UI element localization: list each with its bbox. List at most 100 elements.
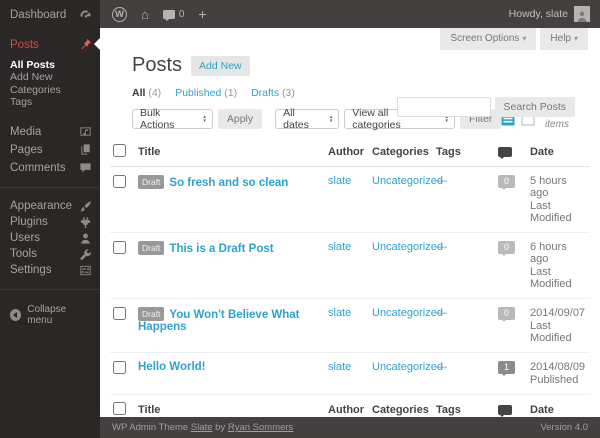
sidebar-item-plugins[interactable]: Plugins (0, 214, 100, 230)
select-all-checkbox[interactable] (113, 144, 126, 157)
category-link[interactable]: Uncategorized (372, 307, 443, 319)
tags-value: — (436, 307, 447, 319)
view-drafts-link[interactable]: Drafts (3) (251, 87, 295, 99)
column-date[interactable]: Date (530, 146, 590, 158)
submenu-item-add-new[interactable]: Add New (10, 71, 100, 83)
sidebar-mid-group: Media Pages Comments (0, 123, 100, 176)
wordpress-logo-icon[interactable]: W (112, 6, 127, 22)
view-all-link[interactable]: All (4) (132, 87, 161, 99)
author-link[interactable]: slate (328, 175, 351, 187)
sidebar-item-media[interactable]: Media (0, 123, 100, 140)
column-date[interactable]: Date (530, 404, 590, 416)
author-link[interactable]: slate (328, 241, 351, 253)
category-link[interactable]: Uncategorized (372, 361, 443, 373)
sidebar-item-tools[interactable]: Tools (0, 246, 100, 262)
column-tags[interactable]: Tags (436, 146, 494, 158)
admin-topbar: W ⌂ 0 + Howdy, slate (100, 0, 600, 28)
search-input[interactable] (396, 97, 491, 117)
post-status: Published (530, 374, 579, 386)
comment-count-bubble[interactable]: 1 (498, 361, 515, 376)
sidebar-item-appearance[interactable]: Appearance (0, 198, 100, 214)
column-tags[interactable]: Tags (436, 404, 494, 416)
draft-badge: Draft (138, 175, 165, 189)
submenu-item-all-posts[interactable]: All Posts (10, 59, 100, 71)
theme-link[interactable]: Slate (191, 422, 213, 433)
row-checkbox[interactable] (113, 241, 126, 254)
author-link[interactable]: slate (328, 361, 351, 373)
comments-column-icon[interactable] (498, 405, 512, 417)
bulk-actions-select[interactable]: Bulk Actions ▲ ▼ (132, 107, 213, 131)
column-author[interactable]: Author (328, 404, 372, 416)
post-date: 6 hours ago (530, 241, 567, 265)
sidebar-item-dashboard[interactable]: Dashboard (0, 6, 100, 23)
comment-count-bubble[interactable]: 0 (498, 241, 515, 256)
help-button[interactable]: Help ▾ (540, 28, 588, 50)
sidebar-item-label: Settings (10, 264, 52, 277)
screen-options-button[interactable]: Screen Options ▾ (440, 28, 537, 50)
submenu-item-categories[interactable]: Categories (10, 84, 100, 96)
view-site-icon[interactable]: ⌂ (141, 8, 149, 21)
comment-count-bubble[interactable]: 0 (498, 307, 515, 322)
post-date: 2014/09/07 (530, 307, 586, 319)
date-filter-value: All dates (283, 107, 309, 131)
sidebar-item-label: Comments (10, 161, 66, 174)
post-title-link[interactable]: Hello World! (138, 361, 206, 373)
submenu-item-tags[interactable]: Tags (10, 96, 100, 108)
search-posts-button[interactable]: Search Posts (494, 97, 575, 117)
sidebar-item-label: Appearance (10, 200, 73, 213)
theme-author-link[interactable]: Ryan Sommers (228, 422, 293, 433)
comment-count: 1 (503, 362, 509, 372)
comments-column-icon[interactable] (498, 147, 512, 159)
row-checkbox[interactable] (113, 175, 126, 188)
apply-button[interactable]: Apply (217, 109, 263, 129)
author-link[interactable]: slate (328, 307, 351, 319)
date-filter-select[interactable]: All dates ▲ ▼ (275, 107, 340, 131)
sidebar-item-users[interactable]: Users (0, 230, 100, 246)
row-checkbox[interactable] (113, 361, 126, 374)
topbar-comments-button[interactable]: 0 (162, 8, 185, 21)
footer-credit-text: WP Admin Theme (112, 422, 189, 433)
footer-version: Version 4.0 (540, 422, 588, 433)
post-title-link[interactable]: This is a Draft Post (169, 243, 273, 255)
sidebar-item-label: Pages (10, 143, 43, 156)
pages-icon (79, 143, 92, 156)
new-content-icon[interactable]: + (198, 7, 206, 21)
column-title[interactable]: Title (138, 404, 328, 416)
row-checkbox[interactable] (113, 307, 126, 320)
sidebar-item-pages[interactable]: Pages (0, 141, 100, 158)
category-link[interactable]: Uncategorized (372, 241, 443, 253)
view-published-link[interactable]: Published (1) (175, 87, 237, 99)
topbar-account-menu[interactable]: Howdy, slate (509, 6, 590, 22)
comments-icon (79, 161, 92, 174)
view-label: All (132, 87, 146, 99)
table-row: Draft You Won't Believe What Happens slat… (110, 299, 590, 353)
sidebar-item-posts[interactable]: Posts (0, 36, 100, 53)
tags-value: — (436, 361, 447, 373)
sidebar-item-comments[interactable]: Comments (0, 159, 100, 176)
sidebar-item-settings[interactable]: Settings (0, 262, 100, 278)
add-new-button[interactable]: Add New (191, 55, 250, 76)
tags-value: — (436, 241, 447, 253)
topbar-comment-count: 0 (178, 8, 185, 20)
pushpin-icon (79, 38, 92, 51)
footer-by-text: by (215, 422, 226, 433)
comment-count-bubble[interactable]: 0 (498, 175, 515, 190)
column-categories[interactable]: Categories (372, 146, 436, 158)
sidebar-item-label: Users (10, 232, 41, 245)
bulk-actions-value: Bulk Actions (140, 107, 175, 131)
collapse-menu-button[interactable]: Collapse menu (0, 304, 100, 326)
view-count: (3) (282, 87, 295, 99)
plugin-icon (79, 216, 92, 229)
comment-count: 0 (503, 242, 509, 252)
column-categories[interactable]: Categories (372, 404, 436, 416)
table-row: Draft This is a Draft Post slate Uncatego… (110, 233, 590, 299)
column-author[interactable]: Author (328, 146, 372, 158)
active-menu-arrow (94, 38, 100, 50)
admin-sidebar: Dashboard Posts All Posts Add New Catego… (0, 0, 100, 438)
select-all-checkbox[interactable] (113, 402, 126, 415)
paintbrush-icon (79, 200, 92, 213)
help-label: Help (550, 33, 571, 44)
category-link[interactable]: Uncategorized (372, 175, 443, 187)
column-title[interactable]: Title (138, 146, 328, 158)
post-title-link[interactable]: So fresh and so clean (169, 177, 288, 189)
